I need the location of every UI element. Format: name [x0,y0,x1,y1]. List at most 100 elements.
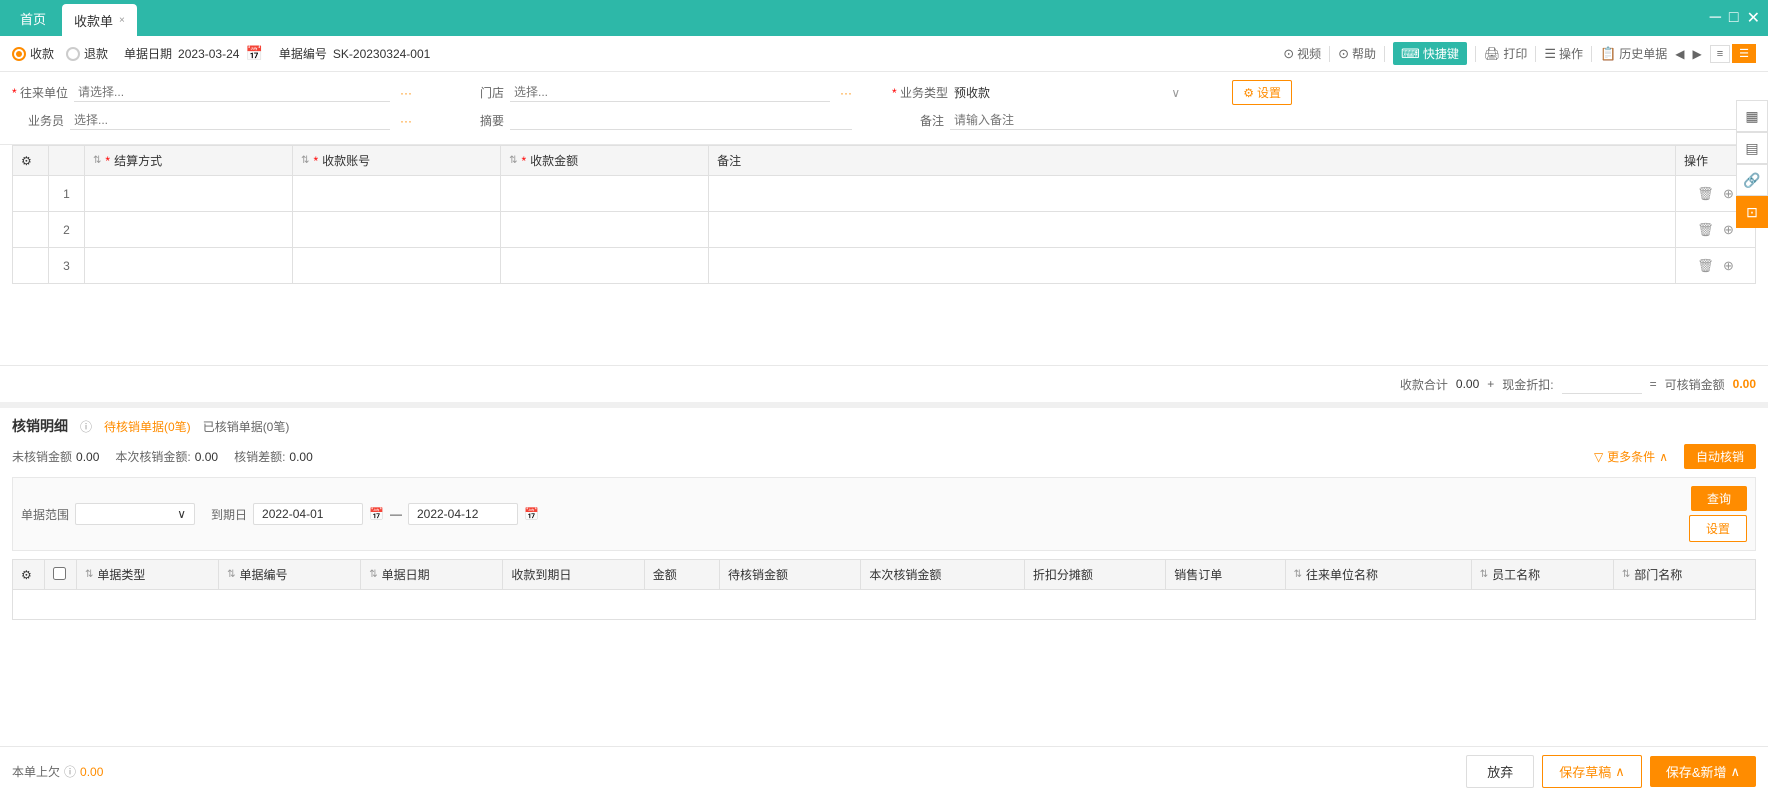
nav-right-icon[interactable]: ▶ [1692,47,1701,61]
sub-sort6[interactable]: ⇅ [1622,569,1630,580]
sub-sort1[interactable]: ⇅ [85,569,93,580]
close-receipt-tab-icon[interactable]: × [119,15,125,26]
more-conditions-btn[interactable]: ▽ 更多条件 ∧ [1594,448,1668,465]
receipt-account-cell[interactable] [293,176,501,212]
done-tab[interactable]: 已核销单据(0笔) [203,418,290,435]
account-sort-icon[interactable]: ⇅ [301,155,309,166]
sub-settings-icon[interactable]: ⚙ [21,568,32,582]
total-value: 0.00 [1456,377,1479,391]
delete-icon[interactable]: 🗑 [1697,186,1714,201]
remark-cell[interactable] [709,176,1676,212]
divider3 [1475,46,1476,62]
sub-due-date-label: 收款到期日 [511,568,571,582]
refund-radio[interactable]: 退款 [66,45,108,62]
receipt-amount-cell[interactable] [501,248,709,284]
save-new-label: 保存&新增 [1666,762,1727,781]
delete-icon[interactable]: 🗑 [1697,258,1714,273]
bill-range-field: 单据范围 ∨ [21,503,195,525]
sub-dept-label: 部门名称 [1634,566,1682,583]
right-panel-btn2[interactable]: ▤ [1736,132,1768,164]
settle-method-cell[interactable] [85,248,293,284]
amount-sort-icon[interactable]: ⇅ [509,155,517,166]
receipt-radio[interactable]: 收款 [12,45,54,62]
staff-ellipsis[interactable]: ··· [400,114,412,128]
staff-input[interactable] [70,111,390,130]
remark-cell[interactable] [709,212,1676,248]
store-ellipsis[interactable]: ··· [840,86,852,100]
stat-label: 本单上欠 [12,763,60,780]
summary-input[interactable] [510,111,852,130]
query-btn[interactable]: 查询 [1691,486,1747,511]
select-all-checkbox[interactable] [53,567,66,580]
history-btn[interactable]: 📋 历史单据 [1600,45,1667,62]
nav-tab-receipt[interactable]: 收款单 × [62,4,137,36]
copy-icon[interactable]: ⊕ [1723,186,1734,201]
delete-icon[interactable]: 🗑 [1697,222,1714,237]
view-btn-list[interactable]: ≡ [1710,45,1730,63]
toolbar: 收款 退款 单据日期 2023-03-24 📅 单据编号 SK-20230324… [0,36,1768,72]
receipt-amount-cell[interactable] [501,176,709,212]
remark-cell[interactable] [709,248,1676,284]
sub-sort5[interactable]: ⇅ [1480,569,1488,580]
video-btn[interactable]: ⊙ 视频 [1283,45,1321,62]
receipt-account-cell[interactable] [293,212,501,248]
auto-reconcile-btn[interactable]: 自动核销 [1684,444,1756,469]
sub-bill-date-label: 单据日期 [382,566,430,583]
receipt-radio-label: 收款 [30,45,54,62]
staff-field: 业务员 ··· [12,111,412,130]
sub-sort3[interactable]: ⇅ [369,569,377,580]
nav-left-icon[interactable]: ◀ [1675,47,1684,61]
close-window-icon[interactable]: ✕ [1747,8,1760,28]
shortcut-btn[interactable]: ⌨ 快捷键 [1393,42,1467,65]
reconcile-info-icon[interactable]: ⓘ [80,418,92,435]
receipt-radio-dot [12,47,26,61]
table-settings-icon[interactable]: ⚙ [21,154,32,168]
store-label: 门店 [452,84,504,101]
settings-button[interactable]: ⚙ 设置 [1232,80,1292,105]
filter-settings-btn[interactable]: 设置 [1689,515,1747,542]
copy-icon[interactable]: ⊕ [1723,222,1734,237]
from-unit-ellipsis[interactable]: ··· [400,86,412,100]
receipt-amount-cell[interactable] [501,212,709,248]
right-panel-btn3[interactable]: 🔗 [1736,164,1768,196]
view-btn-grid[interactable]: ☰ [1732,44,1756,63]
date-from-icon[interactable]: 📅 [369,507,384,521]
help-btn[interactable]: ⊙ 帮助 [1338,45,1376,62]
right-panel-btn4[interactable]: ⊡ [1736,196,1768,228]
settle-method-cell[interactable] [85,176,293,212]
discount-input[interactable] [1562,374,1642,394]
copy-icon[interactable]: ⊕ [1723,258,1734,273]
from-unit-input[interactable] [74,83,390,102]
receipt-account-cell[interactable] [293,248,501,284]
remark-input[interactable] [950,111,1756,130]
history-label: 历史单据 [1619,45,1667,62]
unchecked-label: 未核销金额 [12,448,72,465]
operation-btn[interactable]: ☰ 操作 [1544,45,1583,62]
minimize-icon[interactable]: ─ [1710,9,1721,27]
business-type-chevron[interactable]: ∨ [1171,86,1180,100]
pending-tab[interactable]: 待核销单据(0笔) [104,418,191,435]
save-new-button[interactable]: 保存&新增 ∧ [1650,756,1756,787]
save-draft-button[interactable]: 保存草稿 ∧ [1542,755,1642,788]
settle-sort-icon[interactable]: ⇅ [93,155,101,166]
store-input[interactable] [510,83,830,102]
nav-tab-home[interactable]: 首页 [8,0,58,36]
date-to-icon[interactable]: 📅 [524,507,539,521]
right-panel-btn1[interactable]: ▦ [1736,100,1768,132]
stat-info-icon[interactable]: ⓘ [64,763,76,780]
date-to-input[interactable] [408,503,518,525]
history-icon: 📋 [1600,46,1616,62]
print-btn[interactable]: 🖨 打印 [1484,45,1528,62]
sub-sort4[interactable]: ⇅ [1294,569,1302,580]
save-draft-label: 保存草稿 [1559,762,1611,781]
maximize-icon[interactable]: □ [1729,9,1739,27]
sub-sort2[interactable]: ⇅ [227,569,235,580]
bill-range-select[interactable]: ∨ [75,503,195,525]
print-icon: 🖨 [1484,46,1501,62]
settle-method-cell[interactable] [85,212,293,248]
abandon-button[interactable]: 放弃 [1466,755,1534,788]
table-row: 3 🗑 ⊕ [13,248,1756,284]
date-from-input[interactable] [253,503,363,525]
sub-from-unit-col: ⇅ 往来单位名称 [1285,560,1471,590]
calendar-icon[interactable]: 📅 [245,45,262,62]
